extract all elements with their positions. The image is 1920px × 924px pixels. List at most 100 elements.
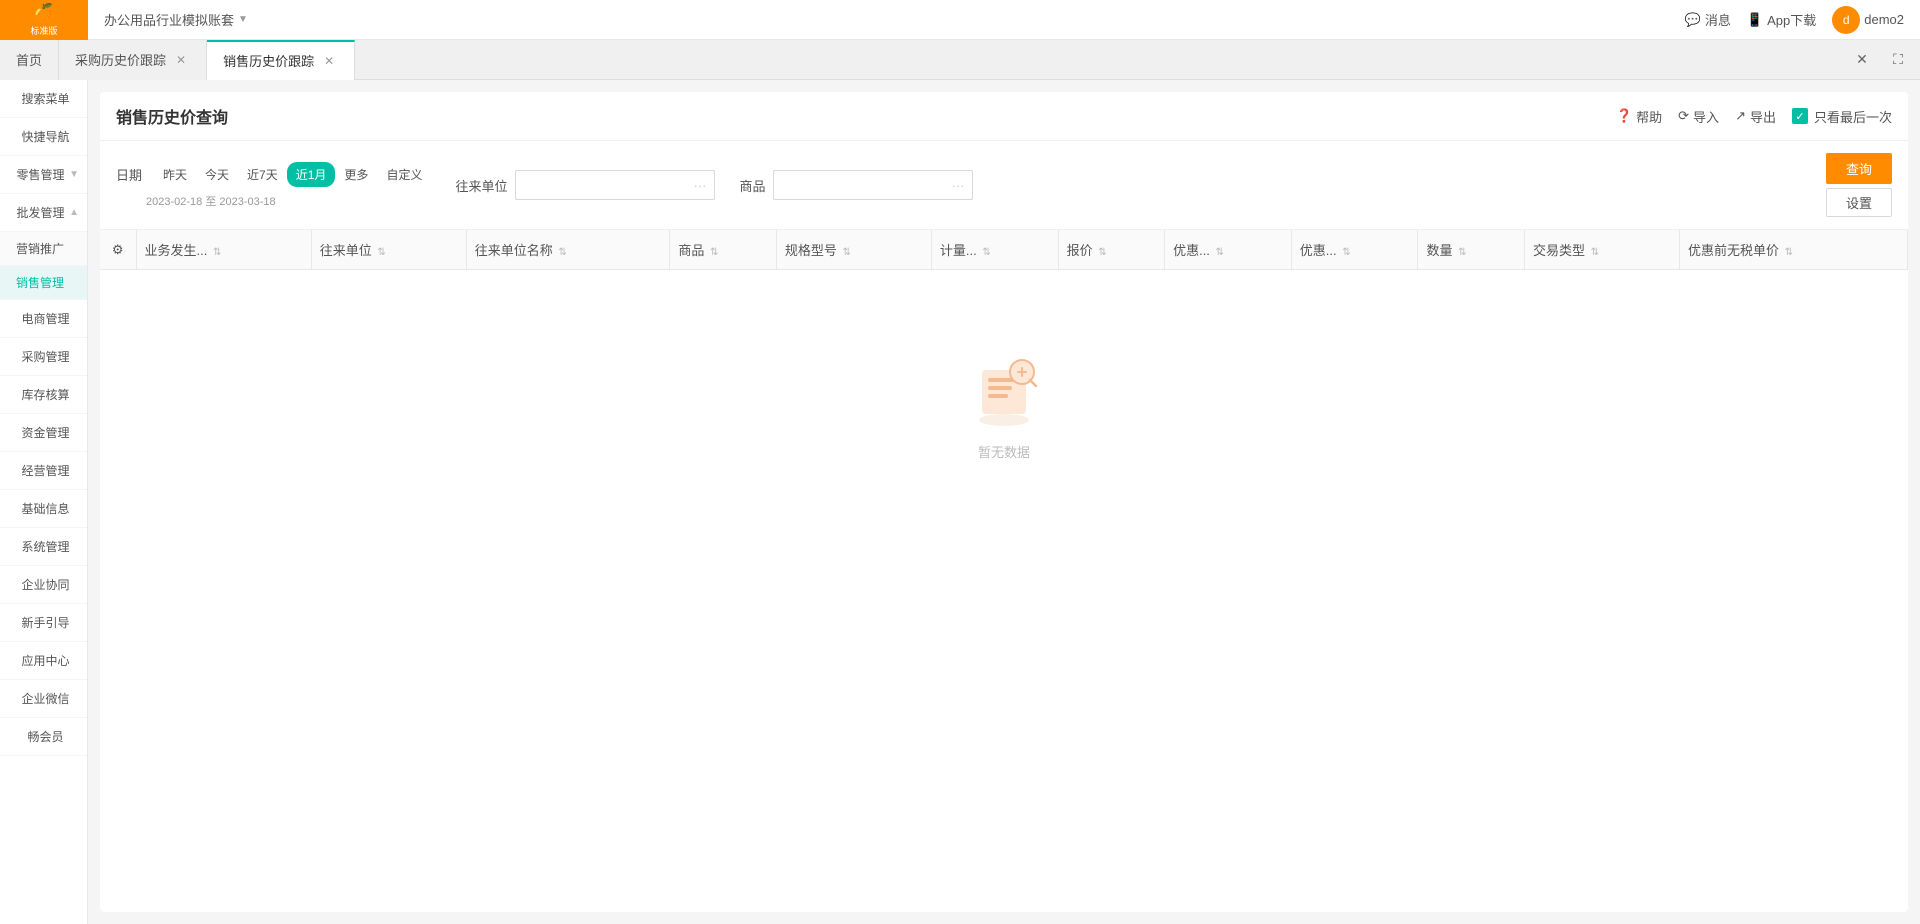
settings-button[interactable]: 设置 bbox=[1826, 188, 1892, 217]
sidebar-ops-label: 经营管理 bbox=[12, 462, 79, 479]
sidebar-item-retail-mgmt[interactable]: 零售管理 ▼ bbox=[0, 156, 87, 194]
table-col-discount1[interactable]: 优惠... ⇅ bbox=[1165, 230, 1292, 270]
filter-goods-dots: ··· bbox=[951, 178, 964, 193]
settings-icon: ⚙ bbox=[112, 242, 124, 257]
table-header-row: ⚙ 业务发生... ⇅ 往来单位 ⇅ 往来单位名称 bbox=[100, 230, 1908, 270]
export-button[interactable]: ↗ 导出 bbox=[1735, 107, 1776, 126]
sidebar-item-wholesale-mgmt[interactable]: 批发管理 ▲ bbox=[0, 194, 87, 232]
sidebar-member-label: 畅会员 bbox=[12, 728, 79, 745]
table-col-goods[interactable]: 商品 ⇅ bbox=[670, 230, 776, 270]
sidebar-item-member[interactable]: 畅会员 bbox=[0, 718, 87, 756]
date-btn-last7[interactable]: 近7天 bbox=[238, 162, 287, 187]
tab-sales-close-icon[interactable]: ✕ bbox=[320, 52, 338, 70]
table-col-discount2[interactable]: 优惠... ⇅ bbox=[1291, 230, 1418, 270]
filter-date-buttons: 昨天 今天 近7天 近1月 更多 自定义 bbox=[154, 162, 431, 187]
message-button[interactable]: 💬 消息 bbox=[1685, 10, 1731, 29]
sidebar-basicinfo-label: 基础信息 bbox=[12, 500, 79, 517]
tab-fullscreen-button[interactable]: ⛶ bbox=[1884, 46, 1912, 74]
table-col-quantity[interactable]: 数量 ⇅ bbox=[1418, 230, 1524, 270]
message-icon: 💬 bbox=[1685, 12, 1701, 28]
sidebar-inventory-label: 库存核算 bbox=[12, 386, 79, 403]
tab-close-all-button[interactable]: ✕ bbox=[1848, 46, 1876, 74]
empty-state: 暂无数据 bbox=[100, 270, 1908, 541]
sidebar-item-purchase-mgmt[interactable]: 采购管理 bbox=[0, 338, 87, 376]
sidebar-item-search-menu[interactable]: 搜索菜单 bbox=[0, 80, 87, 118]
sidebar-item-finance-mgmt[interactable]: 资金管理 bbox=[0, 414, 87, 452]
header-right: 💬 消息 📱 App下载 d demo2 bbox=[1685, 6, 1904, 34]
page-title: 销售历史价查询 bbox=[116, 104, 228, 128]
tab-purchase-close-icon[interactable]: ✕ bbox=[172, 51, 190, 69]
tab-purchase-history[interactable]: 采购历史价跟踪 ✕ bbox=[59, 40, 207, 80]
page-title-bar: 销售历史价查询 ❓ 帮助 ⟳ 导入 ↗ 导出 ✓ bbox=[100, 92, 1908, 141]
sort-icon: ⇅ bbox=[1342, 247, 1350, 258]
sidebar-item-quick-nav[interactable]: 快捷导航 bbox=[0, 118, 87, 156]
sidebar-quicknav-label: 快捷导航 bbox=[12, 128, 79, 145]
sort-icon: ⇅ bbox=[1216, 247, 1224, 258]
sidebar-item-sys-mgmt[interactable]: 系统管理 bbox=[0, 528, 87, 566]
table-container: ⚙ 业务发生... ⇅ 往来单位 ⇅ 往来单位名称 bbox=[100, 230, 1908, 912]
user-menu[interactable]: d demo2 bbox=[1832, 6, 1904, 34]
sidebar: 搜索菜单 快捷导航 零售管理 ▼ 批发管理 ▲ 营销推广 销售管理 电商管理 采… bbox=[0, 80, 88, 924]
filter-partner-dots: ··· bbox=[693, 178, 706, 193]
user-name: demo2 bbox=[1864, 12, 1904, 27]
sidebar-search-label: 搜索菜单 bbox=[12, 90, 79, 107]
sidebar-item-ecom-mgmt[interactable]: 电商管理 bbox=[0, 300, 87, 338]
sidebar-newguide-label: 新手引导 bbox=[12, 614, 79, 631]
sidebar-item-ops-mgmt[interactable]: 经营管理 bbox=[0, 452, 87, 490]
date-range-text: 2023-02-18 至 2023-03-18 bbox=[146, 193, 431, 209]
sidebar-item-inventory[interactable]: 库存核算 bbox=[0, 376, 87, 414]
sidebar-item-enterprise-coop[interactable]: 企业协同 bbox=[0, 566, 87, 604]
sidebar-item-new-guide[interactable]: 新手引导 bbox=[0, 604, 87, 642]
export-icon: ↗ bbox=[1735, 108, 1746, 124]
sidebar-item-sales-mgmt[interactable]: 销售管理 bbox=[0, 266, 87, 300]
filter-partner-input[interactable]: ··· bbox=[515, 170, 715, 200]
page-title-actions: ❓ 帮助 ⟳ 导入 ↗ 导出 ✓ 只看最后一次 bbox=[1616, 107, 1892, 126]
table-col-partner-code[interactable]: 往来单位 ⇅ bbox=[311, 230, 466, 270]
date-btn-more[interactable]: 更多 bbox=[335, 162, 377, 187]
tab-sales-history[interactable]: 销售历史价跟踪 ✕ bbox=[207, 40, 355, 80]
header-left: 🍊 标准版 办公用品行业模拟账套 ▼ bbox=[0, 0, 256, 40]
help-button[interactable]: ❓ 帮助 bbox=[1616, 107, 1662, 126]
sidebar-retail-label: 零售管理 bbox=[12, 166, 69, 183]
app-download-label: App下载 bbox=[1767, 10, 1816, 29]
logo[interactable]: 🍊 标准版 bbox=[0, 0, 88, 40]
date-btn-yesterday[interactable]: 昨天 bbox=[154, 162, 196, 187]
sidebar-marketing-label: 营销推广 bbox=[16, 242, 64, 256]
app-download-button[interactable]: 📱 App下载 bbox=[1747, 10, 1816, 29]
query-button[interactable]: 查询 bbox=[1826, 153, 1892, 184]
tab-actions: ✕ ⛶ bbox=[1840, 46, 1920, 74]
table-col-settings[interactable]: ⚙ bbox=[100, 230, 136, 270]
avatar: d bbox=[1832, 6, 1860, 34]
table-col-partner-name[interactable]: 往来单位名称 ⇅ bbox=[466, 230, 670, 270]
sort-icon: ⇅ bbox=[843, 247, 851, 258]
sidebar-entwechat-label: 企业微信 bbox=[12, 690, 79, 707]
filter-goods-input[interactable]: ··· bbox=[773, 170, 973, 200]
table-col-pretax-price[interactable]: 优惠前无税单价 ⇅ bbox=[1680, 230, 1908, 270]
tab-home[interactable]: 首页 bbox=[0, 40, 59, 80]
table-col-biz-date[interactable]: 业务发生... ⇅ bbox=[136, 230, 311, 270]
chevron-down-icon: ▼ bbox=[238, 14, 248, 25]
sort-icon: ⇅ bbox=[558, 247, 566, 258]
import-icon: ⟳ bbox=[1678, 108, 1689, 124]
empty-text: 暂无数据 bbox=[978, 442, 1030, 461]
sidebar-item-marketing[interactable]: 营销推广 bbox=[0, 232, 87, 266]
sidebar-item-basic-info[interactable]: 基础信息 bbox=[0, 490, 87, 528]
sidebar-item-app-center[interactable]: 应用中心 bbox=[0, 642, 87, 680]
filter-actions: 查询 设置 bbox=[1826, 153, 1892, 217]
table-col-spec[interactable]: 规格型号 ⇅ bbox=[776, 230, 931, 270]
date-btn-custom[interactable]: 自定义 bbox=[377, 162, 431, 187]
table-col-unit[interactable]: 计量... ⇅ bbox=[931, 230, 1058, 270]
main-layout: 搜索菜单 快捷导航 零售管理 ▼ 批发管理 ▲ 营销推广 销售管理 电商管理 采… bbox=[0, 80, 1920, 924]
app-selector[interactable]: 办公用品行业模拟账套 ▼ bbox=[96, 6, 256, 33]
sidebar-item-enterprise-wechat[interactable]: 企业微信 bbox=[0, 680, 87, 718]
filter-date-label: 日期 bbox=[116, 165, 142, 184]
table-col-quoted-price[interactable]: 报价 ⇅ bbox=[1058, 230, 1164, 270]
date-btn-last1m[interactable]: 近1月 bbox=[287, 162, 336, 187]
tab-home-label: 首页 bbox=[16, 50, 42, 69]
only-last-label: 只看最后一次 bbox=[1814, 107, 1892, 126]
tab-bar: 首页 采购历史价跟踪 ✕ 销售历史价跟踪 ✕ ✕ ⛶ bbox=[0, 40, 1920, 80]
import-button[interactable]: ⟳ 导入 bbox=[1678, 107, 1719, 126]
table-col-trade-type[interactable]: 交易类型 ⇅ bbox=[1524, 230, 1679, 270]
date-btn-today[interactable]: 今天 bbox=[196, 162, 238, 187]
only-last-checkbox[interactable]: ✓ 只看最后一次 bbox=[1792, 107, 1892, 126]
